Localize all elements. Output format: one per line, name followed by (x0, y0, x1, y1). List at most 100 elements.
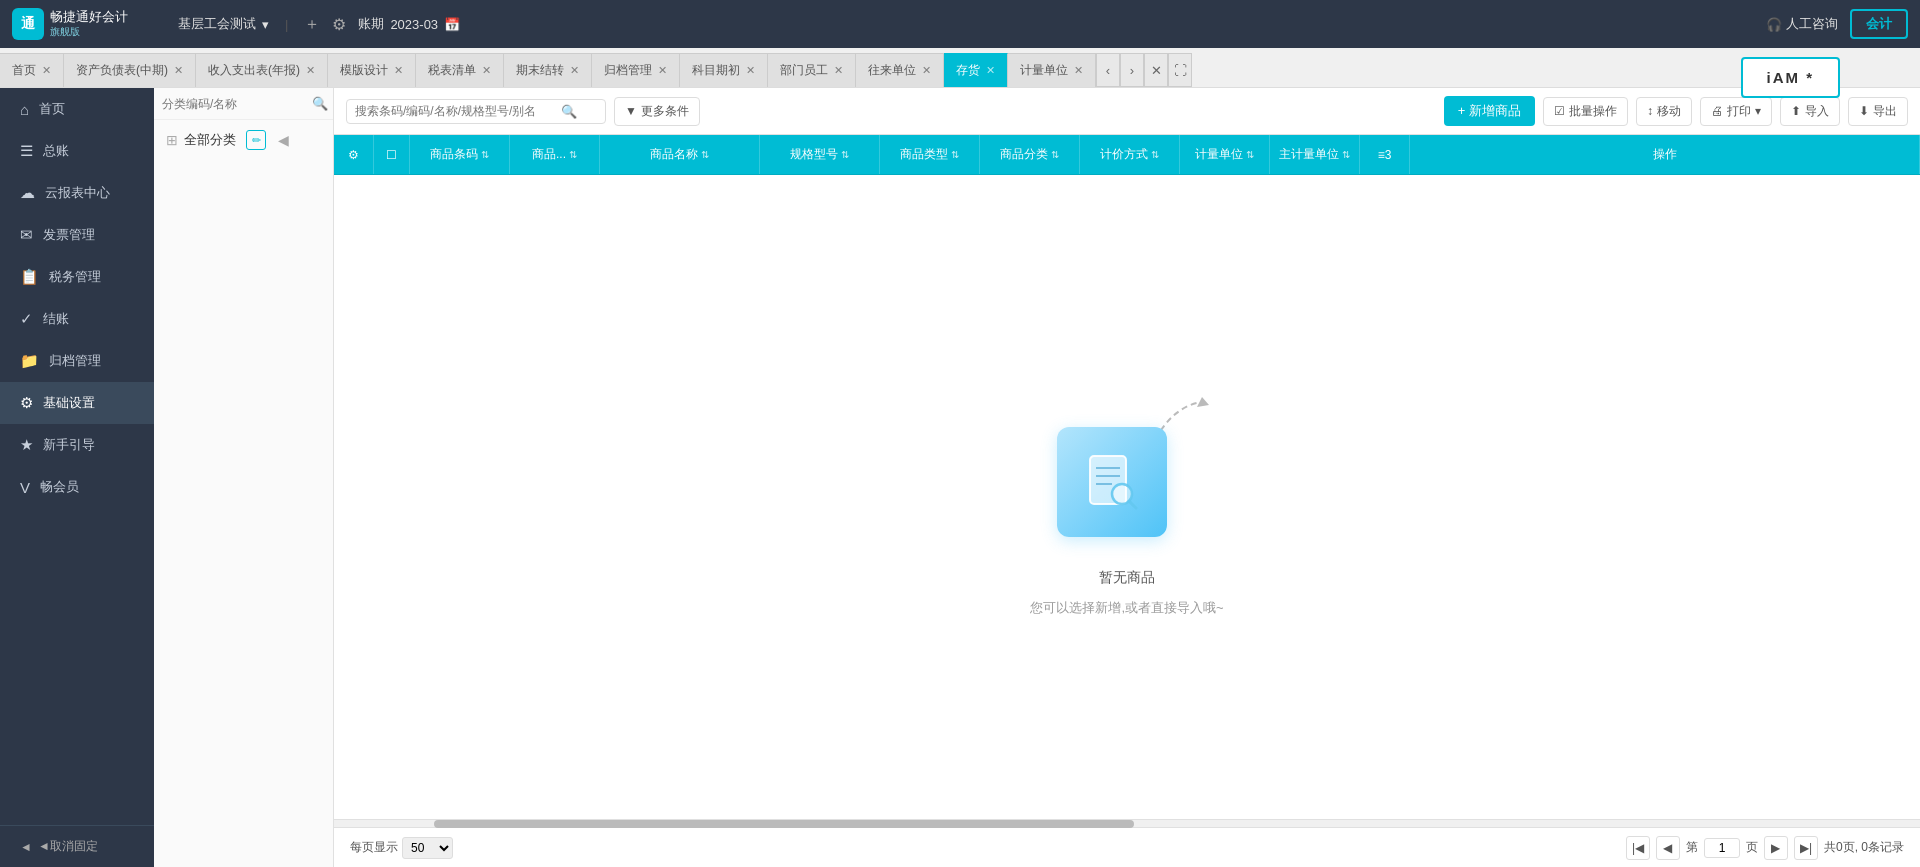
all-category-label: 全部分类 (184, 131, 236, 149)
category-search-icon[interactable]: 🔍 (312, 96, 328, 111)
sidebar-item-ledger[interactable]: ☰ 总账 (0, 130, 154, 172)
th-checkbox[interactable]: ☐ (374, 135, 410, 174)
search-icon[interactable]: 🔍 (561, 104, 577, 119)
horizontal-scrollbar[interactable] (334, 819, 1920, 827)
sidebar-unpin-button[interactable]: ◄ ◄取消固定 (0, 825, 154, 867)
sidebar-item-archive[interactable]: 📁 归档管理 (0, 340, 154, 382)
tab-label: 收入支出表(年报) (208, 62, 300, 79)
th-category[interactable]: 商品分类 ⇅ (980, 135, 1080, 174)
service-button[interactable]: 🎧 人工咨询 (1766, 15, 1838, 33)
sidebar-item-tax[interactable]: 📋 税务管理 (0, 256, 154, 298)
app-name: 畅捷通好会计 (50, 9, 128, 25)
print-button[interactable]: 🖨 打印 ▾ (1700, 97, 1772, 126)
page-number-input[interactable] (1704, 838, 1740, 858)
filter-button[interactable]: ▼ 更多条件 (614, 97, 700, 126)
sidebar-item-invoice[interactable]: ✉ 发票管理 (0, 214, 154, 256)
tab-close-all-button[interactable]: ✕ (1144, 53, 1168, 87)
tab-next-button[interactable]: › (1120, 53, 1144, 87)
th-model[interactable]: 规格型号 ⇅ (760, 135, 880, 174)
add-product-button[interactable]: + 新增商品 (1444, 96, 1535, 126)
move-button[interactable]: ↕ 移动 (1636, 97, 1692, 126)
tab-close-icon[interactable]: ✕ (922, 64, 931, 77)
last-page-button[interactable]: ▶| (1794, 836, 1818, 860)
page-size-label: 每页显示 (350, 839, 398, 856)
sidebar-item-member[interactable]: V 畅会员 (0, 466, 154, 508)
th-extra[interactable]: ≡3 (1360, 135, 1410, 174)
tab-close-icon[interactable]: ✕ (482, 64, 491, 77)
sidebar-label-home: 首页 (39, 100, 65, 118)
tab-contacts[interactable]: 往来单位 ✕ (856, 53, 944, 87)
add-tab-button[interactable]: ＋ (304, 14, 320, 35)
tab-close-icon[interactable]: ✕ (394, 64, 403, 77)
sidebar-label-tax: 税务管理 (49, 268, 101, 286)
tab-subject-init[interactable]: 科目期初 ✕ (680, 53, 768, 87)
sidebar-item-guide[interactable]: ★ 新手引导 (0, 424, 154, 466)
iab-badge: iAM * (1741, 57, 1841, 98)
th-barcode[interactable]: 商品条码 ⇅ (410, 135, 510, 174)
th-main-unit[interactable]: 主计量单位 ⇅ (1270, 135, 1360, 174)
invoice-icon: ✉ (20, 226, 33, 244)
calendar-icon[interactable]: 📅 (444, 17, 460, 32)
category-search-input[interactable] (162, 97, 312, 111)
settings-icon[interactable]: ⚙ (332, 15, 346, 34)
empty-icon-area (1027, 377, 1227, 557)
tab-dept-staff[interactable]: 部门员工 ✕ (768, 53, 856, 87)
th-action-label: 操作 (1653, 146, 1677, 163)
project-selector[interactable]: 基层工会测试 ▾ (178, 15, 269, 33)
tab-close-icon[interactable]: ✕ (1074, 64, 1083, 77)
empty-sub-text: 您可以选择新增,或者直接导入哦~ (1030, 599, 1223, 617)
collapse-panel-icon[interactable]: ◀ (278, 132, 289, 148)
tab-inventory[interactable]: 存货 ✕ (944, 53, 1008, 87)
th-code[interactable]: 商品... ⇅ (510, 135, 600, 174)
edit-icon[interactable]: ✏ (246, 130, 266, 150)
sidebar-item-settings[interactable]: ⚙ 基础设置 (0, 382, 154, 424)
th-type[interactable]: 商品类型 ⇅ (880, 135, 980, 174)
tab-template[interactable]: 模版设计 ✕ (328, 53, 416, 87)
tab-income[interactable]: 收入支出表(年报) ✕ (196, 53, 328, 87)
th-code-label: 商品... (532, 146, 566, 163)
sidebar-item-home[interactable]: ⌂ 首页 (0, 88, 154, 130)
th-name[interactable]: 商品名称 ⇅ (600, 135, 760, 174)
tab-close-icon[interactable]: ✕ (570, 64, 579, 77)
all-category-item[interactable]: ⊞ 全部分类 ✏ ◀ (154, 120, 333, 160)
next-page-button[interactable]: ▶ (1764, 836, 1788, 860)
tab-close-icon[interactable]: ✕ (306, 64, 315, 77)
batch-icon: ☑ (1554, 104, 1565, 118)
sidebar-item-cloud[interactable]: ☁ 云报表中心 (0, 172, 154, 214)
category-search-area: 🔍 (154, 88, 333, 120)
toolbar: 🔍 ▼ 更多条件 + 新增商品 ☑ 批量操作 ↕ (334, 88, 1920, 135)
sidebar-item-close-account[interactable]: ✓ 结账 (0, 298, 154, 340)
move-icon: ↕ (1647, 104, 1653, 118)
import-button[interactable]: ⬆ 导入 (1780, 97, 1840, 126)
tab-close-icon[interactable]: ✕ (42, 64, 51, 77)
tab-home[interactable]: 首页 ✕ (0, 53, 64, 87)
tab-archive[interactable]: 归档管理 ✕ (592, 53, 680, 87)
tab-maximize-button[interactable]: ⛶ (1168, 53, 1192, 87)
page-size-select[interactable]: 20 50 100 (402, 837, 453, 859)
tab-close-icon[interactable]: ✕ (986, 64, 995, 77)
tab-tax-list[interactable]: 税表清单 ✕ (416, 53, 504, 87)
th-unit[interactable]: 计量单位 ⇅ (1180, 135, 1270, 174)
tab-period-transfer[interactable]: 期末结转 ✕ (504, 53, 592, 87)
prev-page-button[interactable]: ◀ (1656, 836, 1680, 860)
tab-balance-sheet[interactable]: 资产负债表(中期) ✕ (64, 53, 196, 87)
th-barcode-label: 商品条码 (430, 146, 478, 163)
account-button[interactable]: 会计 (1850, 9, 1908, 39)
tab-prev-button[interactable]: ‹ (1096, 53, 1120, 87)
th-settings[interactable]: ⚙ (334, 135, 374, 174)
export-button[interactable]: ⬇ 导出 (1848, 97, 1908, 126)
toolbar-right: + 新增商品 ☑ 批量操作 ↕ 移动 🖨 打印 ▾ (1444, 96, 1908, 126)
scrollbar-thumb[interactable] (434, 820, 1134, 828)
sort-model-icon: ⇅ (841, 149, 849, 160)
batch-operation-button[interactable]: ☑ 批量操作 (1543, 97, 1628, 126)
sort-price-icon: ⇅ (1151, 149, 1159, 160)
tab-close-icon[interactable]: ✕ (834, 64, 843, 77)
tab-close-icon[interactable]: ✕ (658, 64, 667, 77)
tab-close-icon[interactable]: ✕ (174, 64, 183, 77)
tab-measure-unit[interactable]: 计量单位 ✕ (1008, 53, 1096, 87)
first-page-button[interactable]: |◀ (1626, 836, 1650, 860)
tab-close-icon[interactable]: ✕ (746, 64, 755, 77)
th-action: 操作 (1410, 135, 1920, 174)
th-price-method[interactable]: 计价方式 ⇅ (1080, 135, 1180, 174)
product-search-input[interactable] (355, 104, 555, 118)
